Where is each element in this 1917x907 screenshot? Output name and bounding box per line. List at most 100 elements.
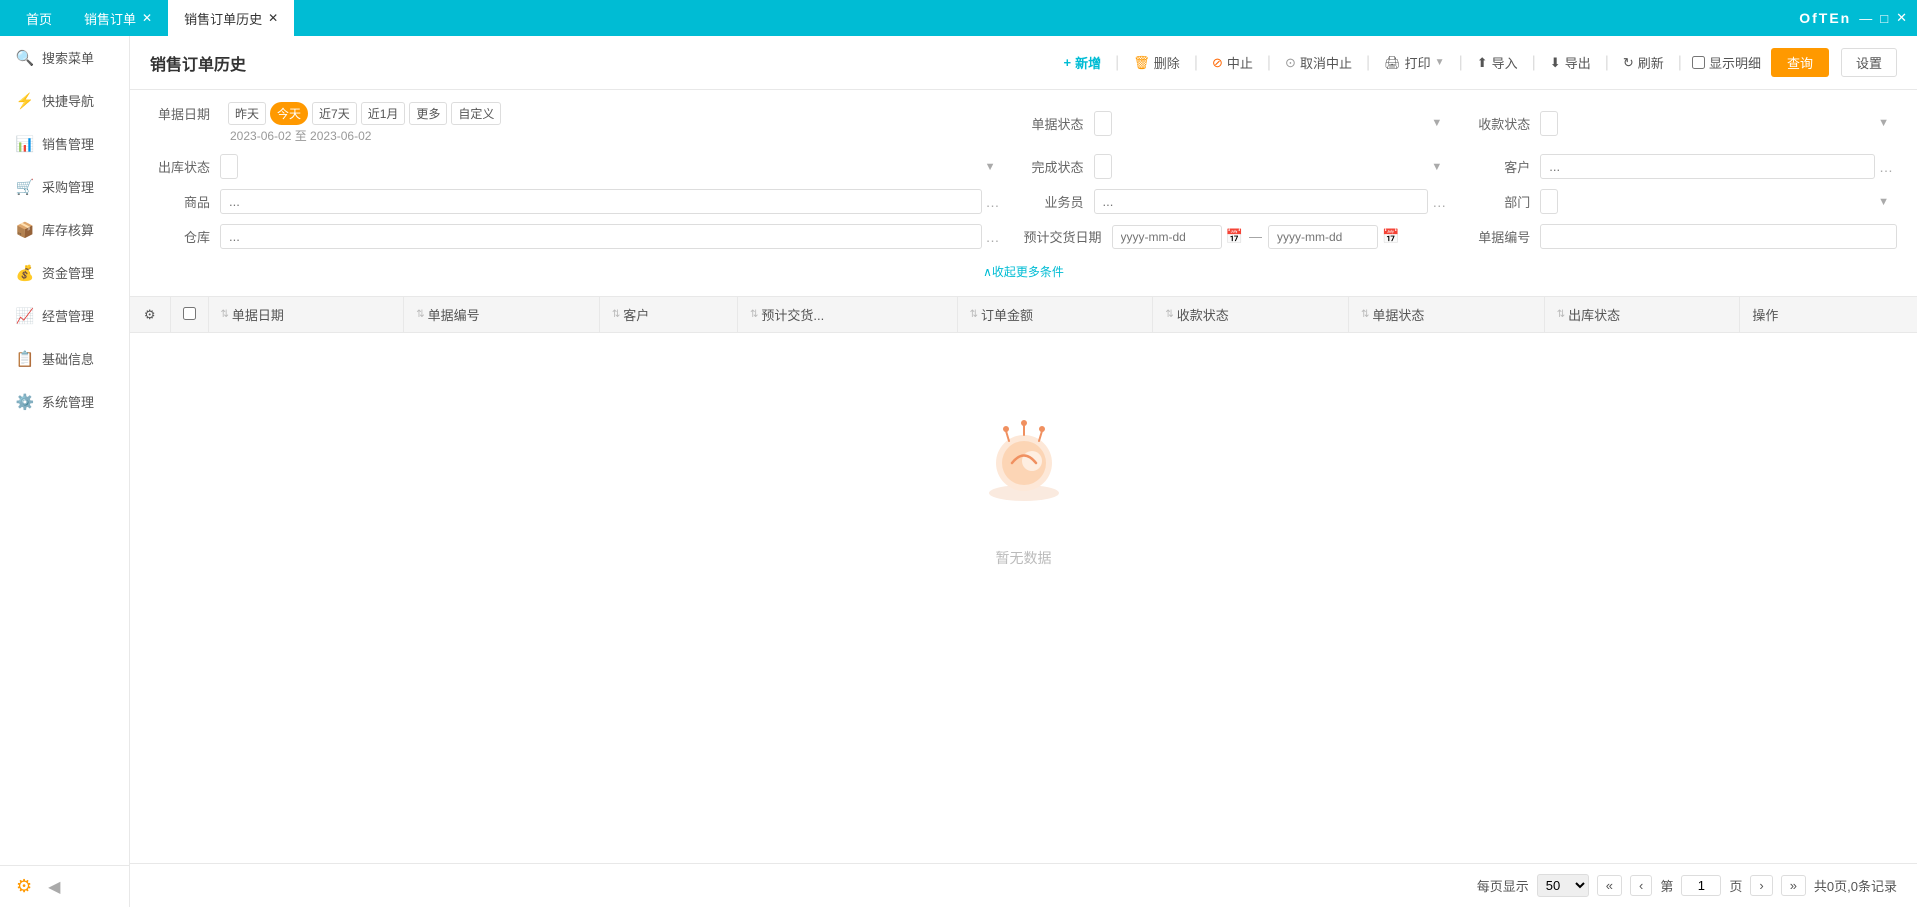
tab-sales-order[interactable]: 销售订单 ✕: [68, 0, 168, 36]
filter-doc-status: 单据状态 ▼: [1024, 111, 1451, 136]
th-doc-date[interactable]: ⇅ 单据日期: [208, 297, 404, 333]
print-icon: 🖨: [1384, 55, 1401, 71]
sidebar-item-sys-mgmt[interactable]: ⚙️ 系统管理: [0, 380, 129, 423]
sidebar-item-sales-mgmt[interactable]: 📊 销售管理: [0, 122, 129, 165]
order-amount-sort[interactable]: ⇅ 订单金额: [970, 305, 1141, 324]
filter-product: 商品 …: [150, 189, 1004, 214]
refresh-label: 刷新: [1638, 53, 1664, 72]
delete-label: 删除: [1154, 53, 1180, 72]
date-btn-yesterday[interactable]: 昨天: [228, 102, 266, 125]
sidebar-item-quick-nav[interactable]: ⚡ 快捷导航: [0, 79, 129, 122]
purchase-mgmt-icon: 🛒: [16, 178, 34, 196]
salesperson-input[interactable]: [1094, 189, 1429, 214]
collapse-button[interactable]: ∧ 收起更多条件: [150, 259, 1897, 284]
window-minimize[interactable]: —: [1859, 11, 1872, 26]
print-button[interactable]: 🖨 打印 ▼: [1380, 51, 1448, 74]
customer-sort[interactable]: ⇅ 客户: [612, 305, 725, 324]
date-btn-today[interactable]: 今天: [270, 102, 308, 125]
empty-state: 暂无数据: [130, 333, 1917, 648]
sidebar-item-inventory[interactable]: 📦 库存核算: [0, 208, 129, 251]
sidebar-settings-icon[interactable]: ⚙: [16, 876, 32, 897]
payment-status-sort[interactable]: ⇅ 收款状态: [1165, 305, 1336, 324]
next-page-button[interactable]: ›: [1750, 875, 1772, 896]
out-stock-sort[interactable]: ⇅ 出库状态: [1557, 305, 1728, 324]
sidebar-item-search-menu[interactable]: 🔍 搜索菜单: [0, 36, 129, 79]
date-btn-7days[interactable]: 近7天: [312, 102, 357, 125]
print-dropdown-icon[interactable]: ▼: [1435, 57, 1445, 68]
window-close[interactable]: ✕: [1896, 10, 1907, 26]
calendar-from-icon[interactable]: 📅: [1226, 228, 1243, 245]
doc-date-sort[interactable]: ⇅ 单据日期: [221, 305, 392, 324]
tab-sales-order-history[interactable]: 销售订单历史 ✕: [168, 0, 294, 36]
sidebar: 🔍 搜索菜单 ⚡ 快捷导航 📊 销售管理 🛒 采购管理 📦 库存核算 💰 资金管…: [0, 36, 130, 907]
th-order-amount[interactable]: ⇅ 订单金额: [957, 297, 1153, 333]
date-btn-custom[interactable]: 自定义: [451, 102, 501, 125]
divider3: |: [1267, 54, 1271, 72]
salesperson-ellipsis-icon[interactable]: …: [1428, 194, 1450, 210]
first-page-button[interactable]: «: [1597, 875, 1622, 896]
doc-status-sort[interactable]: ⇅ 单据状态: [1361, 305, 1532, 324]
sidebar-item-finance[interactable]: 💰 资金管理: [0, 251, 129, 294]
import-button[interactable]: ⬆ 导入: [1473, 51, 1522, 74]
show-details-checkbox-label[interactable]: 显示明细: [1692, 53, 1761, 72]
delivery-date-sort[interactable]: ⇅ 预计交货...: [750, 305, 945, 324]
delivery-date-to[interactable]: [1268, 225, 1378, 249]
tab-sales-order-close[interactable]: ✕: [142, 11, 152, 25]
payment-status-label: 收款状态: [1470, 114, 1540, 133]
page-size-select[interactable]: 50 20 100 200: [1537, 874, 1589, 897]
warehouse-ellipsis-icon[interactable]: …: [982, 229, 1004, 245]
empty-svg: [974, 413, 1074, 513]
page-number-input[interactable]: [1681, 875, 1721, 896]
sidebar-item-base-info[interactable]: 📋 基础信息: [0, 337, 129, 380]
top-bar: 首页 销售订单 ✕ 销售订单历史 ✕ OfTEn — □ ✕: [0, 0, 1917, 36]
doc-no-input[interactable]: [1540, 224, 1897, 249]
th-checkbox[interactable]: [170, 297, 208, 333]
top-right-controls: OfTEn — □ ✕: [1799, 10, 1907, 26]
product-input[interactable]: [220, 189, 982, 214]
tab-home[interactable]: 首页: [10, 0, 68, 36]
warehouse-input[interactable]: [220, 224, 982, 249]
th-customer[interactable]: ⇅ 客户: [599, 297, 737, 333]
doc-status-select[interactable]: [1094, 111, 1112, 136]
customer-input[interactable]: [1540, 154, 1875, 179]
th-doc-no[interactable]: ⇅ 单据编号: [404, 297, 600, 333]
dept-select[interactable]: [1540, 189, 1558, 214]
refresh-button[interactable]: ↻ 刷新: [1619, 51, 1668, 74]
new-button[interactable]: + 新增: [1060, 51, 1106, 74]
stop-button[interactable]: ⊘ 中止: [1208, 51, 1257, 74]
export-button[interactable]: ⬇ 导出: [1546, 51, 1595, 74]
calendar-to-icon[interactable]: 📅: [1382, 228, 1399, 245]
complete-status-chevron-icon: ▼: [1431, 161, 1442, 173]
th-doc-status[interactable]: ⇅ 单据状态: [1349, 297, 1545, 333]
sidebar-collapse-icon[interactable]: ◀: [48, 877, 60, 897]
date-btn-more[interactable]: 更多: [409, 102, 447, 125]
prev-page-button[interactable]: ‹: [1630, 875, 1652, 896]
filter-dept: 部门 ▼: [1470, 189, 1897, 214]
filter-payment-status: 收款状态 ▼: [1470, 111, 1897, 136]
payment-status-select-wrapper: ▼: [1540, 111, 1897, 136]
th-payment-status[interactable]: ⇅ 收款状态: [1153, 297, 1349, 333]
delivery-date-from[interactable]: [1112, 225, 1222, 249]
tab-sales-order-label: 销售订单: [84, 9, 136, 28]
window-maximize[interactable]: □: [1880, 11, 1888, 26]
th-out-stock[interactable]: ⇅ 出库状态: [1544, 297, 1740, 333]
doc-no-sort[interactable]: ⇅ 单据编号: [416, 305, 587, 324]
date-btn-1month[interactable]: 近1月: [361, 102, 406, 125]
th-settings[interactable]: ⚙: [130, 297, 170, 333]
out-stock-status-select[interactable]: [220, 154, 238, 179]
delete-button[interactable]: 🗑 删除: [1129, 51, 1184, 74]
payment-status-select[interactable]: [1540, 111, 1558, 136]
select-all-checkbox[interactable]: [183, 307, 196, 320]
tab-sales-order-history-close[interactable]: ✕: [268, 11, 278, 25]
query-button[interactable]: 查询: [1771, 48, 1829, 77]
customer-ellipsis-icon[interactable]: …: [1875, 159, 1897, 175]
settings-button[interactable]: 设置: [1841, 48, 1897, 77]
sidebar-item-operations[interactable]: 📈 经营管理: [0, 294, 129, 337]
sidebar-item-purchase-mgmt[interactable]: 🛒 采购管理: [0, 165, 129, 208]
last-page-button[interactable]: »: [1781, 875, 1806, 896]
product-ellipsis-icon[interactable]: …: [982, 194, 1004, 210]
show-details-checkbox[interactable]: [1692, 56, 1705, 69]
th-delivery-date[interactable]: ⇅ 预计交货...: [738, 297, 958, 333]
cancel-stop-button[interactable]: ⊙ 取消中止: [1281, 51, 1356, 74]
complete-status-select[interactable]: [1094, 154, 1112, 179]
